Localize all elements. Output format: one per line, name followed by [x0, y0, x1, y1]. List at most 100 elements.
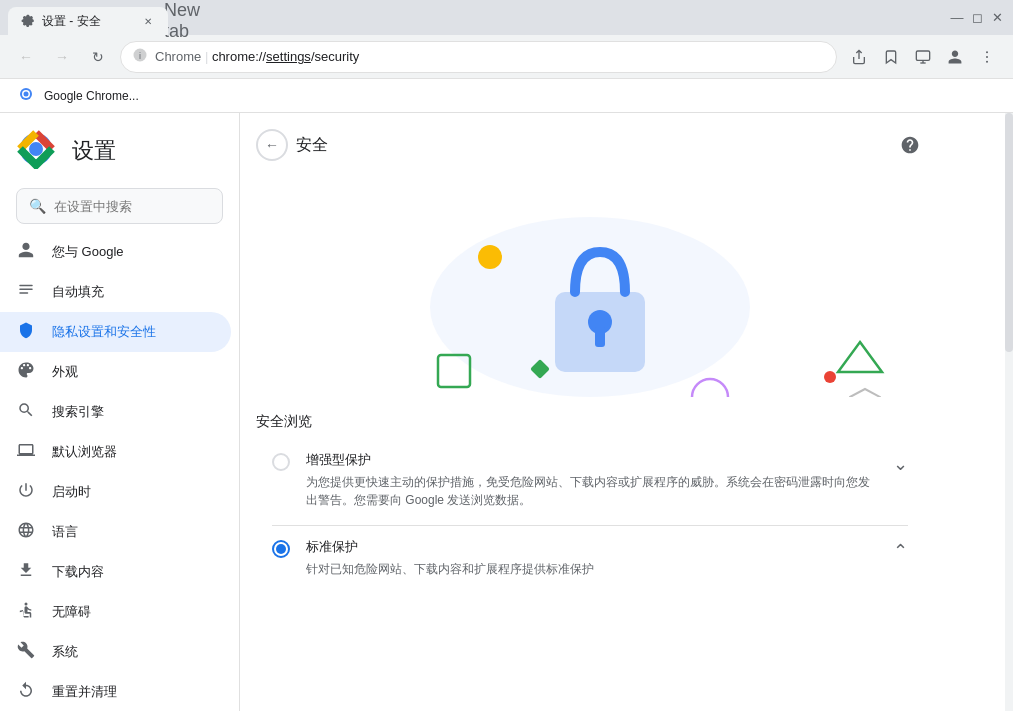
sidebar-item-startup[interactable]: 启动时 — [0, 472, 231, 512]
tab-settings-icon — [20, 13, 36, 29]
wrench-icon — [16, 641, 36, 663]
sidebar-item-reset[interactable]: 重置并清理 — [0, 672, 231, 711]
standard-protection-option[interactable]: 标准保护 针对已知危险网站、下载内容和扩展程序提供标准保护 ⌃ — [256, 526, 924, 590]
main-layout: 设置 🔍 您与 Google 自动填充 隐私设置和安全性 — [0, 113, 1013, 711]
url-chrome-label: Chrome — [155, 49, 201, 64]
address-bar[interactable]: i Chrome | chrome://settings/security — [120, 41, 837, 73]
sidebar-label-language: 语言 — [52, 523, 78, 541]
power-icon — [16, 481, 36, 503]
safe-browsing-section: 安全浏览 增强型保护 为您提供更快速主动的保护措施，免受危险网站、下载内容或扩展… — [256, 413, 924, 590]
sidebar-label-search: 搜索引擎 — [52, 403, 104, 421]
sidebar-item-google[interactable]: 您与 Google — [0, 232, 231, 272]
search-nav-icon — [16, 401, 36, 423]
app-header-title: Google Chrome... — [44, 89, 139, 103]
svg-point-7 — [986, 60, 988, 62]
sidebar-label-privacy: 隐私设置和安全性 — [52, 323, 156, 341]
tab-search-button[interactable] — [909, 43, 937, 71]
close-button[interactable]: ✕ — [989, 10, 1005, 26]
content-scrollbar-thumb[interactable] — [1005, 113, 1013, 352]
minimize-button[interactable]: — — [949, 10, 965, 26]
svg-point-10 — [24, 92, 29, 97]
download-icon — [16, 561, 36, 583]
forward-button[interactable]: → — [48, 43, 76, 71]
standard-radio-button[interactable] — [272, 540, 290, 558]
svg-point-5 — [986, 51, 988, 53]
sidebar: 设置 🔍 您与 Google 自动填充 隐私设置和安全性 — [0, 113, 240, 711]
toolbar-actions — [845, 43, 1001, 71]
app-header: Google Chrome... — [0, 79, 1013, 113]
help-button[interactable] — [896, 131, 924, 159]
sidebar-title: 设置 — [72, 136, 116, 166]
tab-strip: 设置 - 安全 ✕ New tab — [8, 0, 941, 35]
sidebar-item-language[interactable]: 语言 — [0, 512, 231, 552]
sidebar-item-autofill[interactable]: 自动填充 — [0, 272, 231, 312]
sidebar-item-privacy[interactable]: 隐私设置和安全性 — [0, 312, 231, 352]
enhanced-desc: 为您提供更快速主动的保护措施，免受危险网站、下载内容或扩展程序的威胁。系统会在密… — [306, 473, 877, 509]
svg-marker-30 — [838, 342, 882, 372]
sidebar-item-default-browser[interactable]: 默认浏览器 — [0, 432, 231, 472]
svg-point-13 — [29, 142, 43, 156]
chrome-logo — [16, 84, 36, 107]
search-icon: 🔍 — [29, 198, 46, 214]
svg-marker-31 — [850, 389, 880, 397]
standard-expand-icon[interactable]: ⌃ — [893, 540, 908, 562]
url-text: Chrome | chrome://settings/security — [155, 49, 824, 64]
active-tab[interactable]: 设置 - 安全 ✕ — [8, 7, 168, 35]
section-title: 安全浏览 — [256, 413, 924, 431]
sidebar-label-accessibility: 无障碍 — [52, 603, 91, 621]
profile-button[interactable] — [941, 43, 969, 71]
search-input[interactable] — [54, 199, 210, 214]
standard-desc: 针对已知危险网站、下载内容和扩展程序提供标准保护 — [306, 560, 877, 578]
language-icon — [16, 521, 36, 543]
site-lock-icon: i — [133, 48, 147, 65]
accessibility-icon — [16, 601, 36, 623]
back-button[interactable]: ← — [12, 43, 40, 71]
enhanced-protection-option[interactable]: 增强型保护 为您提供更快速主动的保护措施，免受危险网站、下载内容或扩展程序的威胁… — [256, 439, 924, 521]
sidebar-item-system[interactable]: 系统 — [0, 632, 231, 672]
enhanced-radio-button[interactable] — [272, 453, 290, 471]
sidebar-label-reset: 重置并清理 — [52, 683, 117, 701]
page-header: ← 安全 — [256, 113, 924, 169]
enhanced-expand-icon[interactable]: ⌄ — [893, 453, 908, 475]
sidebar-label-downloads: 下载内容 — [52, 563, 104, 581]
sidebar-item-downloads[interactable]: 下载内容 — [0, 552, 231, 592]
search-box[interactable]: 🔍 — [16, 188, 223, 224]
monitor-icon — [16, 441, 36, 463]
new-tab-button[interactable]: New tab — [168, 7, 196, 35]
sidebar-label-startup: 启动时 — [52, 483, 91, 501]
svg-point-18 — [25, 603, 28, 606]
svg-rect-2 — [916, 51, 929, 60]
standard-label: 标准保护 — [306, 538, 877, 556]
hero-illustration — [256, 177, 924, 397]
bookmark-button[interactable] — [877, 43, 905, 71]
svg-rect-16 — [19, 292, 28, 294]
sidebar-item-appearance[interactable]: 外观 — [0, 352, 231, 392]
sidebar-label-google: 您与 Google — [52, 243, 124, 261]
enhanced-radio-content: 增强型保护 为您提供更快速主动的保护措施，免受危险网站、下载内容或扩展程序的威胁… — [306, 451, 877, 509]
enhanced-label: 增强型保护 — [306, 451, 877, 469]
svg-point-28 — [692, 379, 728, 397]
content-scrollbar-track — [1005, 113, 1013, 711]
svg-point-23 — [478, 245, 502, 269]
maximize-button[interactable]: ◻ — [969, 10, 985, 26]
sidebar-item-accessibility[interactable]: 无障碍 — [0, 592, 231, 632]
menu-button[interactable] — [973, 43, 1001, 71]
content-inner: ← 安全 — [240, 113, 940, 610]
back-button[interactable]: ← — [256, 129, 288, 161]
sidebar-label-default-browser: 默认浏览器 — [52, 443, 117, 461]
svg-text:i: i — [139, 51, 141, 61]
toolbar: ← → ↻ i Chrome | chrome://settings/secur… — [0, 35, 1013, 79]
appearance-icon — [16, 361, 36, 383]
svg-rect-22 — [595, 327, 605, 347]
autofill-icon — [16, 281, 36, 303]
tab-close-button[interactable]: ✕ — [140, 13, 156, 29]
content-area: ← 安全 — [240, 113, 1013, 711]
reload-button[interactable]: ↻ — [84, 43, 112, 71]
url-path: chrome:// — [212, 49, 266, 64]
svg-rect-14 — [19, 285, 33, 287]
share-button[interactable] — [845, 43, 873, 71]
svg-point-6 — [986, 56, 988, 58]
tab-title: 设置 - 安全 — [42, 13, 134, 30]
sidebar-item-search[interactable]: 搜索引擎 — [0, 392, 231, 432]
sidebar-label-system: 系统 — [52, 643, 78, 661]
